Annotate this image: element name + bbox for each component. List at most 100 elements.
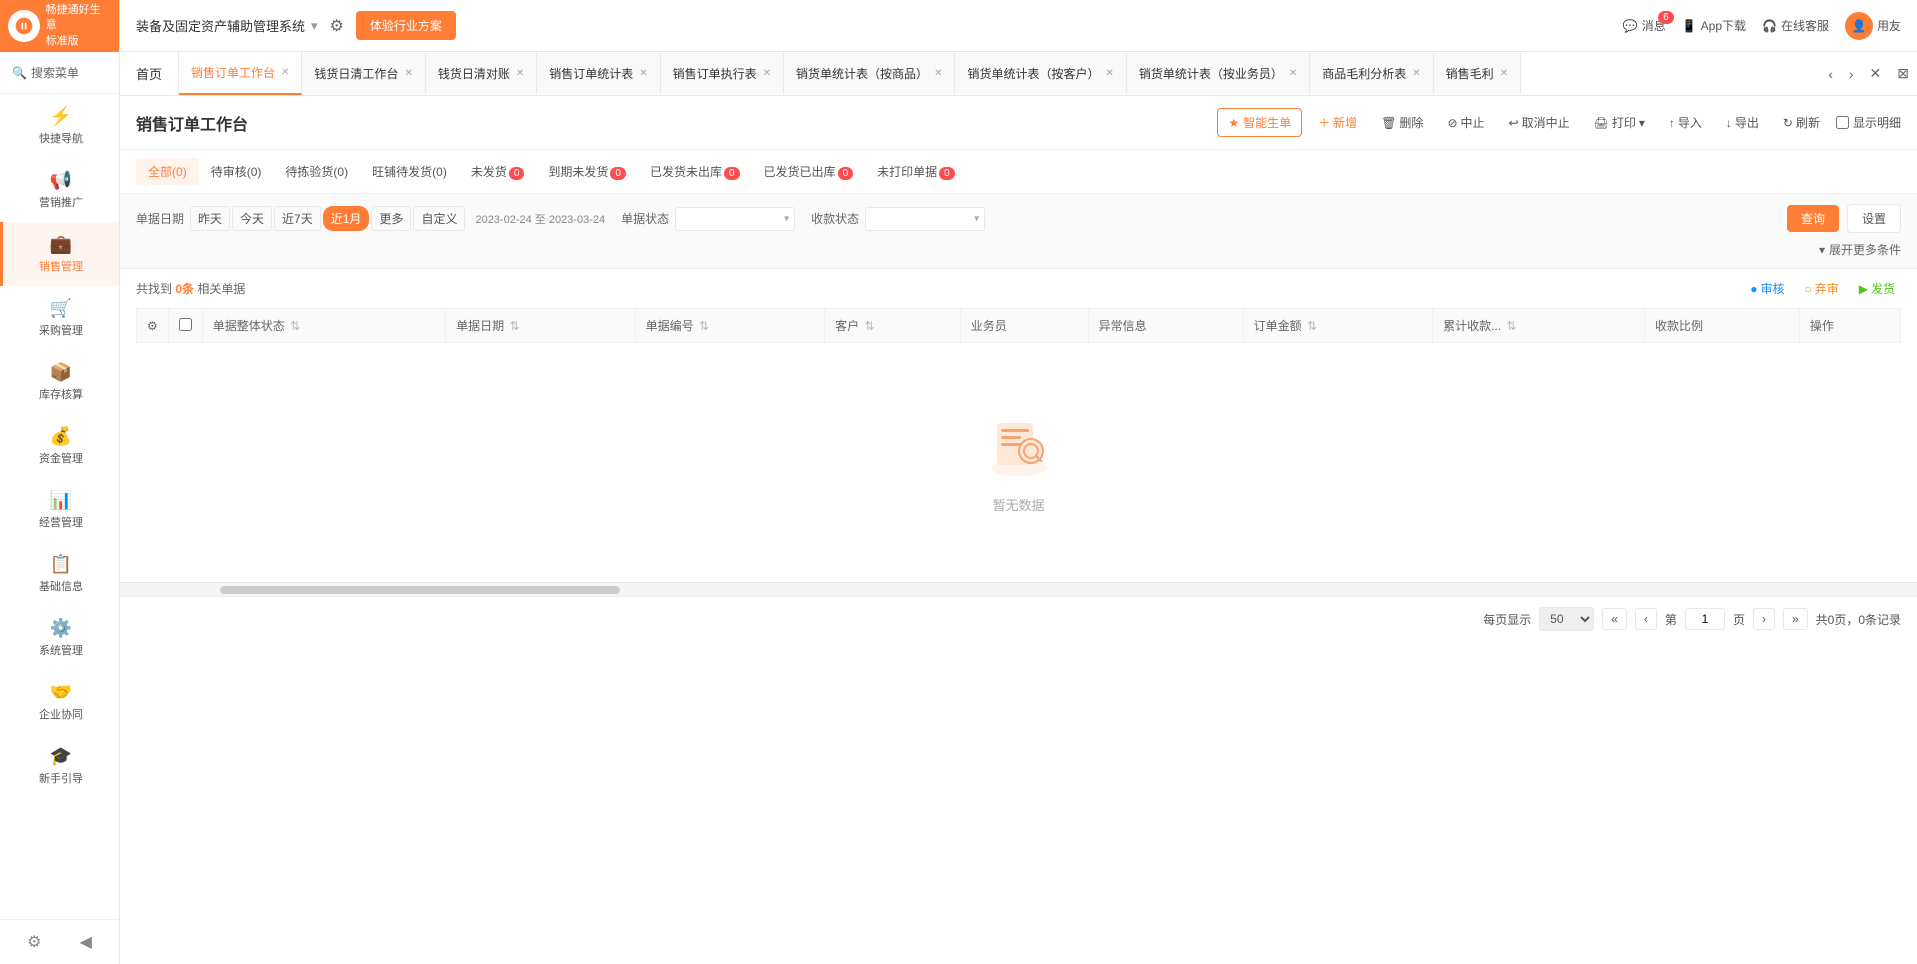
sidebar-settings-button[interactable]: ⚙ [23, 928, 45, 956]
date-btn-today[interactable]: 今天 [232, 206, 272, 231]
refresh-button[interactable]: ↻ 刷新 [1775, 109, 1828, 136]
col-header-settings[interactable]: ⚙ [137, 309, 169, 343]
tab-close-cash-daily[interactable]: ✕ [404, 68, 412, 79]
tab-sales-profit[interactable]: 销售毛利 ✕ [1434, 53, 1521, 94]
page-last-button[interactable]: » [1783, 608, 1808, 630]
tab-cash-reconcile[interactable]: 钱货日清对账 ✕ [426, 53, 537, 94]
quick-nav-icon: ⚡ [50, 106, 72, 127]
tab-sales-exec[interactable]: 销售订单执行表 ✕ [661, 53, 784, 94]
page-prev-button[interactable]: ‹ [1635, 608, 1657, 630]
subtab-shipped-not-out[interactable]: 已发货未出库0 [638, 158, 752, 185]
query-button[interactable]: 查询 [1787, 205, 1839, 232]
settings-button[interactable]: 设置 [1847, 204, 1901, 233]
user-menu[interactable]: 👤 用友 [1845, 12, 1901, 40]
subtab-wangpu-pending[interactable]: 旺铺待发货(0) [360, 158, 459, 185]
sidebar-nav-marketing[interactable]: 📢 营销推广 [0, 158, 119, 222]
tab-cash-daily[interactable]: 钱货日清工作台 ✕ [302, 53, 425, 94]
subtab-not-printed[interactable]: 未打印单据0 [865, 158, 967, 185]
sidebar-nav-inventory[interactable]: 📦 库存核算 [0, 350, 119, 414]
stop-button[interactable]: ⊘ 中止 [1439, 109, 1492, 136]
show-detail-checkbox-label[interactable]: 显示明细 [1836, 114, 1901, 131]
tab-close-single-staff[interactable]: ✕ [1289, 68, 1297, 79]
tab-close-sales-profit[interactable]: ✕ [1500, 68, 1508, 79]
tab-close-sales-stats[interactable]: ✕ [639, 68, 647, 79]
page-next-button[interactable]: › [1753, 608, 1775, 630]
sidebar-nav-guide[interactable]: 🎓 新手引导 [0, 734, 119, 798]
cancel-stop-button[interactable]: ↩ 取消中止 [1501, 109, 1578, 136]
search-menu-button[interactable]: 🔍 搜索菜单 [8, 60, 111, 85]
sort-collected-icon[interactable]: ⇅ [1506, 319, 1516, 333]
date-btn-yesterday[interactable]: 昨天 [190, 206, 230, 231]
page-size-select[interactable]: 50 100 [1539, 607, 1594, 631]
page-first-button[interactable]: « [1602, 608, 1627, 630]
tab-sales-single-product[interactable]: 销货单统计表（按商品） ✕ [784, 53, 955, 94]
tab-close-gross-margin[interactable]: ✕ [1412, 68, 1420, 79]
sidebar-nav-sales[interactable]: 💼 销售管理 [0, 222, 119, 286]
page-number-input[interactable] [1685, 608, 1725, 630]
sidebar-nav-system[interactable]: ⚙️ 系统管理 [0, 606, 119, 670]
sort-date-icon[interactable]: ⇅ [509, 319, 519, 333]
subtab-shipped-out[interactable]: 已发货已出库0 [752, 158, 866, 185]
tab-sales-stats[interactable]: 销售订单统计表 ✕ [537, 53, 660, 94]
subtab-pending-review[interactable]: 待审核(0) [199, 158, 274, 185]
subtab-pending-inspect[interactable]: 待拣验货(0) [273, 158, 360, 185]
sidebar-nav-finance[interactable]: 💰 资金管理 [0, 414, 119, 478]
tab-close-sales-order[interactable]: ✕ [281, 67, 289, 78]
tab-sales-single-customer[interactable]: 销货单统计表（按客户） ✕ [955, 53, 1126, 94]
tab-scroll-right-button[interactable]: › [1841, 58, 1862, 90]
sidebar-nav-purchase[interactable]: 🛒 采购管理 [0, 286, 119, 350]
date-btn-custom[interactable]: 自定义 [413, 206, 465, 231]
tab-home[interactable]: 首页 [120, 52, 179, 95]
sort-status-icon[interactable]: ⇅ [290, 319, 300, 333]
sidebar-nav-collab[interactable]: 🤝 企业协同 [0, 670, 119, 734]
scrollbar-thumb[interactable] [220, 586, 620, 594]
add-button[interactable]: ＋ 新增 [1310, 109, 1365, 136]
smart-create-button[interactable]: ★ 智能生单 [1217, 108, 1302, 137]
sort-number-icon[interactable]: ⇅ [699, 319, 709, 333]
sidebar-nav-ops[interactable]: 📊 经营管理 [0, 478, 119, 542]
tab-gross-margin[interactable]: 商品毛利分析表 ✕ [1310, 53, 1433, 94]
online-service-button[interactable]: 🎧 在线客服 [1762, 17, 1829, 34]
tab-scroll-left-button[interactable]: ‹ [1820, 58, 1841, 90]
import-button[interactable]: ↑ 导入 [1661, 109, 1710, 136]
payment-select[interactable] [865, 207, 985, 231]
sidebar-search[interactable]: 🔍 搜索菜单 [0, 52, 119, 94]
show-detail-checkbox[interactable] [1836, 116, 1849, 129]
topbar-settings-icon[interactable]: ⚙ [330, 16, 344, 36]
sort-amount-icon[interactable]: ⇅ [1307, 319, 1317, 333]
subtab-bar: 全部(0) 待审核(0) 待拣验货(0) 旺铺待发货(0) 未发货0 到期未发货… [120, 150, 1917, 194]
tab-close-cash-reconcile[interactable]: ✕ [516, 68, 524, 79]
tab-close-single-customer[interactable]: ✕ [1105, 68, 1113, 79]
sidebar-collapse-button[interactable]: ◀ [76, 928, 96, 956]
app-download-button[interactable]: 📱 App下载 [1682, 17, 1746, 34]
export-button[interactable]: ↓ 导出 [1718, 109, 1767, 136]
sidebar-nav-base[interactable]: 📋 基础信息 [0, 542, 119, 606]
subtab-overdue-not-shipped[interactable]: 到期未发货0 [536, 158, 638, 185]
tab-close-all-button[interactable]: ⊠ [1889, 57, 1917, 90]
expand-conditions-button[interactable]: ▾ 展开更多条件 [1819, 241, 1901, 258]
tab-sales-order[interactable]: 销售订单工作台 ✕ [179, 52, 302, 95]
sidebar-nav-quick[interactable]: ⚡ 快捷导航 [0, 94, 119, 158]
date-btn-more[interactable]: 更多 [371, 206, 411, 231]
message-button[interactable]: 💬 消息 6 [1623, 17, 1666, 34]
date-btn-1month[interactable]: 近1月 [323, 206, 370, 231]
select-all-checkbox[interactable] [179, 318, 192, 331]
batch-audit-button[interactable]: ● 审核 [1744, 277, 1790, 300]
date-btn-group: 昨天 今天 近7天 近1月 更多 自定义 [190, 206, 465, 231]
tab-close-single-product[interactable]: ✕ [934, 68, 942, 79]
tab-close-current-button[interactable]: ✕ [1862, 57, 1890, 90]
subtab-all[interactable]: 全部(0) [136, 158, 199, 185]
batch-ship-button[interactable]: ▶ 发货 [1853, 277, 1901, 300]
experience-industry-button[interactable]: 体验行业方案 [356, 11, 456, 40]
col-header-checkbox[interactable] [168, 309, 202, 343]
tab-close-sales-exec[interactable]: ✕ [763, 68, 771, 79]
subtab-not-shipped[interactable]: 未发货0 [459, 158, 537, 185]
date-btn-7days[interactable]: 近7天 [274, 206, 321, 231]
batch-cancel-audit-button[interactable]: ○ 弃审 [1798, 277, 1844, 300]
status-select[interactable] [675, 207, 795, 231]
delete-button[interactable]: 🗑 删除 [1373, 109, 1431, 136]
tab-sales-single-staff[interactable]: 销货单统计表（按业务员） ✕ [1127, 53, 1310, 94]
print-button[interactable]: 🖨 打印 ▾ [1586, 109, 1653, 136]
sort-customer-icon[interactable]: ⇅ [864, 319, 874, 333]
horizontal-scrollbar[interactable] [120, 582, 1917, 596]
